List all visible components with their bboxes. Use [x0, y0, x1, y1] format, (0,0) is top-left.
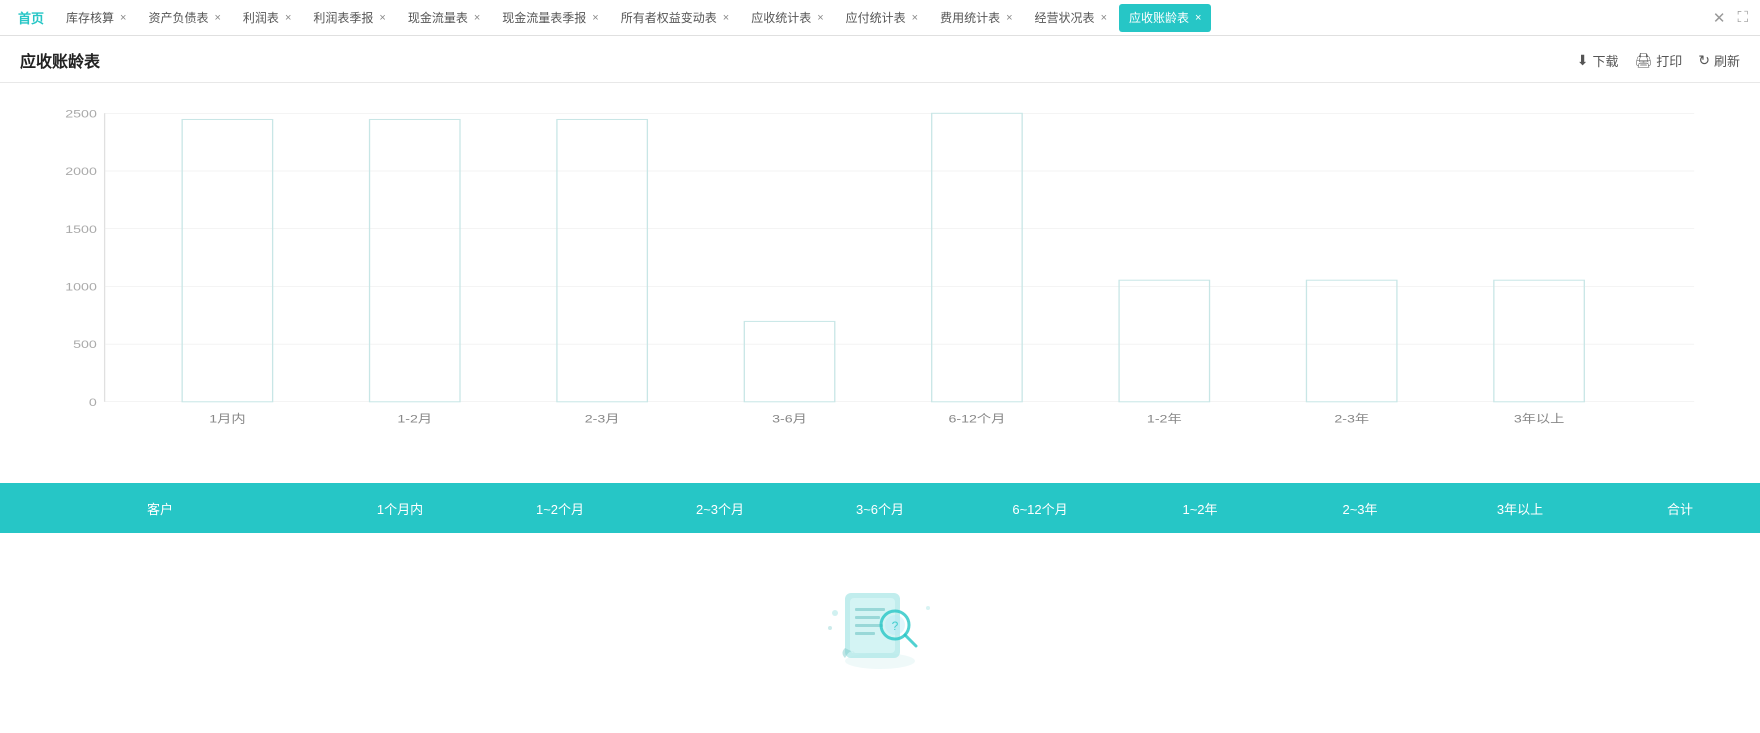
- tab-ar-aging[interactable]: 应收账龄表 ×: [1119, 4, 1211, 32]
- tab-balance-close[interactable]: ×: [214, 12, 220, 24]
- header-actions: ⬇ 下载 🖨 打印 ↻ 刷新: [1577, 51, 1740, 70]
- svg-text:?: ?: [892, 619, 899, 633]
- tab-ap-stat[interactable]: 应付统计表 ×: [836, 4, 928, 32]
- main-content: 2500 2000 1500 1000 500 0: [0, 83, 1760, 733]
- tab-ar-aging-close[interactable]: ×: [1195, 12, 1201, 24]
- tab-ops-status[interactable]: 经营状况表 ×: [1025, 4, 1117, 32]
- svg-text:2000: 2000: [65, 165, 97, 178]
- tab-balance[interactable]: 资产负债表 ×: [138, 4, 230, 32]
- tab-inventory-close[interactable]: ×: [120, 12, 126, 24]
- tab-ap-stat-close[interactable]: ×: [912, 12, 918, 24]
- download-button[interactable]: ⬇ 下载: [1577, 51, 1619, 70]
- svg-text:500: 500: [73, 338, 97, 351]
- tab-expense-stat[interactable]: 费用统计表 ×: [930, 4, 1022, 32]
- svg-text:3年以上: 3年以上: [1514, 412, 1565, 425]
- svg-text:1月内: 1月内: [209, 412, 245, 425]
- svg-text:1-2月: 1-2月: [397, 412, 432, 425]
- table-header: 客户 1个月内 1~2个月 2~3个月 3~6个月 6~12个月 1~2年 2~…: [0, 483, 1760, 533]
- th-6-12month: 6~12个月: [960, 483, 1120, 533]
- svg-text:1-2年: 1-2年: [1147, 412, 1182, 425]
- close-window-button[interactable]: ✕: [1713, 9, 1726, 27]
- empty-illustration: ?: [820, 573, 940, 673]
- th-3-6month: 3~6个月: [800, 483, 960, 533]
- tab-profit[interactable]: 利润表 ×: [233, 4, 301, 32]
- tab-cashflow-quarter-close[interactable]: ×: [592, 12, 598, 24]
- tab-profit-quarter[interactable]: 利润表季报 ×: [303, 4, 395, 32]
- tab-ar-stat[interactable]: 应收统计表 ×: [741, 4, 833, 32]
- bar-chart: 2500 2000 1500 1000 500 0: [40, 103, 1720, 443]
- th-1-2month: 1~2个月: [480, 483, 640, 533]
- tab-expense-stat-close[interactable]: ×: [1006, 12, 1012, 24]
- svg-text:1500: 1500: [65, 222, 97, 235]
- tab-equity[interactable]: 所有者权益变动表 ×: [611, 4, 739, 32]
- empty-state: ?: [0, 533, 1760, 733]
- th-customer: 客户: [0, 483, 320, 533]
- svg-text:2-3月: 2-3月: [585, 412, 620, 425]
- tab-profit-close[interactable]: ×: [285, 12, 291, 24]
- tab-cashflow-quarter[interactable]: 现金流量表季报 ×: [492, 4, 608, 32]
- refresh-icon: ↻: [1698, 52, 1710, 69]
- tab-bar: 首页 库存核算 × 资产负债表 × 利润表 × 利润表季报 × 现金流量表 × …: [0, 0, 1760, 36]
- tab-cashflow[interactable]: 现金流量表 ×: [398, 4, 490, 32]
- svg-text:0: 0: [89, 395, 97, 408]
- th-3plus-year: 3年以上: [1440, 483, 1600, 533]
- print-button[interactable]: 🖨 打印: [1634, 51, 1682, 70]
- svg-text:6-12个月: 6-12个月: [949, 412, 1006, 425]
- print-icon: 🖨: [1634, 52, 1652, 69]
- maximize-window-button[interactable]: ⛶: [1737, 9, 1748, 26]
- svg-text:2500: 2500: [65, 107, 97, 120]
- page-header: 应收账龄表 ⬇ 下载 🖨 打印 ↻ 刷新: [0, 36, 1760, 83]
- tab-cashflow-close[interactable]: ×: [474, 12, 480, 24]
- refresh-button[interactable]: ↻ 刷新: [1698, 51, 1740, 70]
- tab-inventory[interactable]: 库存核算 ×: [56, 4, 136, 32]
- chart-container: 2500 2000 1500 1000 500 0: [40, 103, 1720, 443]
- chart-area: 2500 2000 1500 1000 500 0: [0, 83, 1760, 483]
- th-1-2year: 1~2年: [1120, 483, 1280, 533]
- th-2-3year: 2~3年: [1280, 483, 1440, 533]
- svg-text:2-3年: 2-3年: [1334, 412, 1369, 425]
- tab-ar-stat-close[interactable]: ×: [817, 12, 823, 24]
- window-controls: ✕ ⛶: [1713, 9, 1752, 27]
- page-title: 应收账龄表: [20, 48, 100, 72]
- tab-home[interactable]: 首页: [8, 4, 54, 32]
- svg-text:1000: 1000: [65, 280, 97, 293]
- th-1month: 1个月内: [320, 483, 480, 533]
- tab-ops-status-close[interactable]: ×: [1101, 12, 1107, 24]
- tab-profit-quarter-close[interactable]: ×: [379, 12, 385, 24]
- download-icon: ⬇: [1577, 52, 1589, 69]
- tab-equity-close[interactable]: ×: [723, 12, 729, 24]
- svg-text:3-6月: 3-6月: [772, 412, 807, 425]
- th-2-3month: 2~3个月: [640, 483, 800, 533]
- th-total: 合计: [1600, 483, 1760, 533]
